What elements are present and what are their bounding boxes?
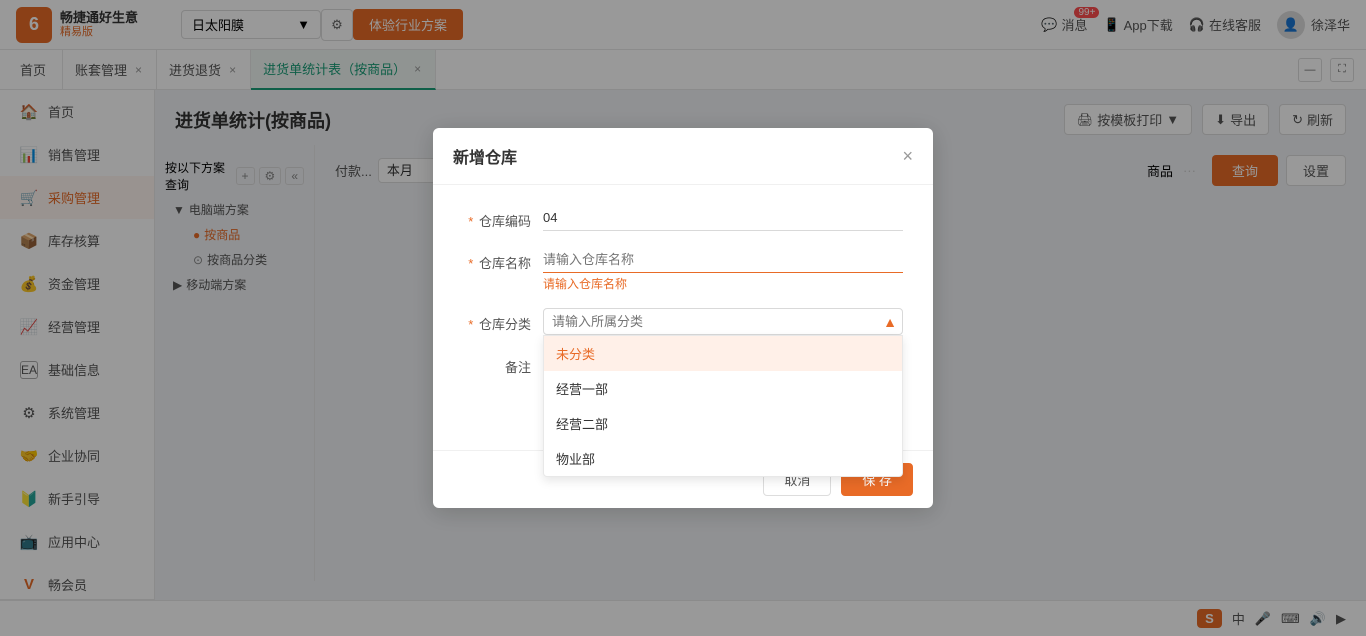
modal-overlay[interactable]: 新增仓库 × * 仓库编码 * 仓库名称 <box>0 0 1366 636</box>
warehouse-name-error: 请输入仓库名称 <box>543 275 903 292</box>
warehouse-code-label: * 仓库编码 <box>463 205 543 230</box>
warehouse-code-row: * 仓库编码 <box>463 205 903 231</box>
category-option-3[interactable]: 物业部 <box>544 441 902 476</box>
chevron-up-icon: ▲ <box>883 314 897 330</box>
category-option-1[interactable]: 经营一部 <box>544 371 902 406</box>
warehouse-category-row: * 仓库分类 ▲ 未分类 经营一部 经营二部 物业部 <box>463 308 903 335</box>
category-option-2[interactable]: 经营二部 <box>544 406 902 441</box>
category-option-0[interactable]: 未分类 <box>544 336 902 371</box>
category-dropdown: ▲ 未分类 经营一部 经营二部 物业部 <box>543 308 903 335</box>
category-input[interactable] <box>543 308 903 335</box>
warehouse-name-control: 请输入仓库名称 <box>543 247 903 292</box>
warehouse-category-label: * 仓库分类 <box>463 308 543 333</box>
modal-body: * 仓库编码 * 仓库名称 请输入仓库名称 <box>433 185 933 450</box>
new-warehouse-modal: 新增仓库 × * 仓库编码 * 仓库名称 <box>433 128 933 508</box>
note-label: 备注 <box>463 351 543 376</box>
warehouse-name-label: * 仓库名称 <box>463 247 543 272</box>
warehouse-code-control <box>543 205 903 231</box>
category-dropdown-list: 未分类 经营一部 经营二部 物业部 <box>543 335 903 477</box>
modal-close-button[interactable]: × <box>902 146 913 167</box>
warehouse-category-control: ▲ 未分类 经营一部 经营二部 物业部 <box>543 308 903 335</box>
modal-title: 新增仓库 <box>453 144 517 168</box>
modal-header: 新增仓库 × <box>433 128 933 185</box>
warehouse-code-input[interactable] <box>543 205 903 231</box>
warehouse-name-input[interactable] <box>543 247 903 273</box>
warehouse-name-row: * 仓库名称 请输入仓库名称 <box>463 247 903 292</box>
